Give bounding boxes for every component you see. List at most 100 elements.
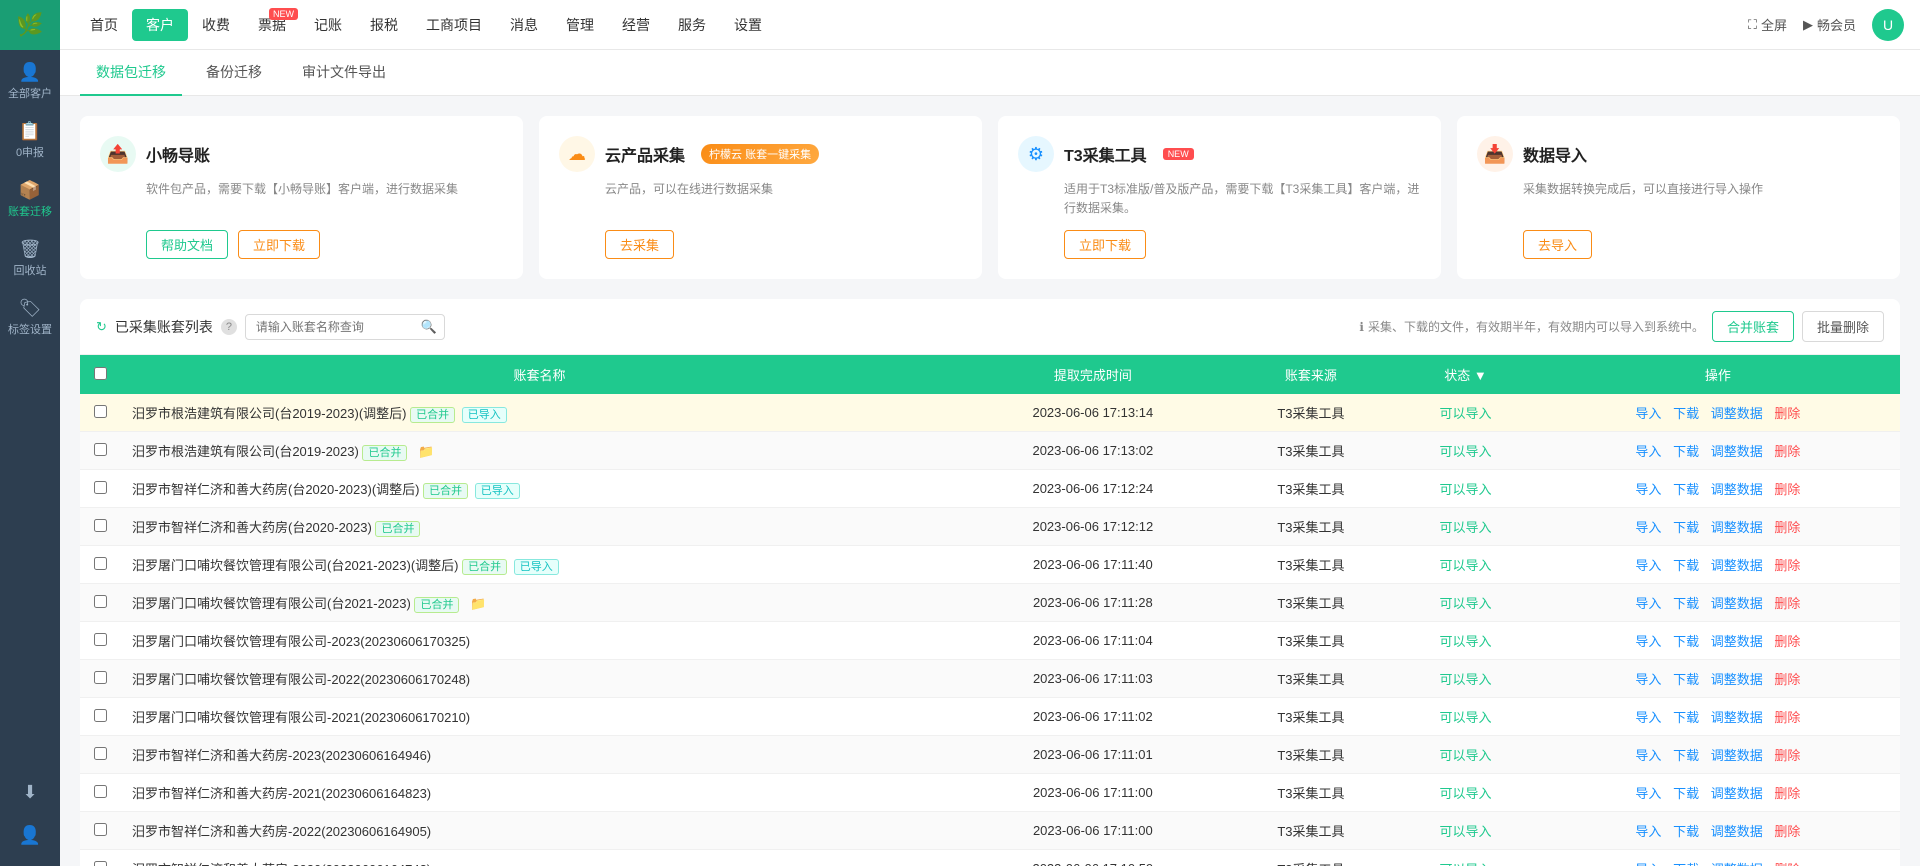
nav-tax[interactable]: 报税 [356,0,412,50]
row-checkbox[interactable] [94,557,107,570]
delete-link[interactable]: 删除 [1774,862,1800,866]
import-link[interactable]: 导入 [1635,634,1661,649]
delete-link[interactable]: 删除 [1774,748,1800,763]
download-link[interactable]: 下载 [1673,672,1699,687]
download-link[interactable]: 下载 [1673,558,1699,573]
delete-link[interactable]: 删除 [1774,406,1800,421]
adjust-data-link[interactable]: 调整数据 [1711,558,1763,573]
tab-backup-migration[interactable]: 备份迁移 [190,50,278,96]
delete-link[interactable]: 删除 [1774,596,1800,611]
download-link[interactable]: 下载 [1673,634,1699,649]
delete-link[interactable]: 删除 [1774,520,1800,535]
adjust-data-link[interactable]: 调整数据 [1711,406,1763,421]
adjust-data-link[interactable]: 调整数据 [1711,824,1763,839]
download-link[interactable]: 下载 [1673,406,1699,421]
nav-accounting[interactable]: 记账 [300,0,356,50]
download-link[interactable]: 下载 [1673,482,1699,497]
go-import-button[interactable]: 去导入 [1523,230,1592,259]
adjust-data-link[interactable]: 调整数据 [1711,444,1763,459]
nav-billing[interactable]: 收费 [188,0,244,50]
row-checkbox[interactable] [94,823,107,836]
adjust-data-link[interactable]: 调整数据 [1711,786,1763,801]
nav-client[interactable]: 客户 [132,9,188,41]
fullscreen-btn[interactable]: ⛶ 全屏 [1748,15,1787,34]
import-link[interactable]: 导入 [1635,824,1661,839]
row-checkbox[interactable] [94,443,107,456]
nav-home[interactable]: 首页 [76,0,132,50]
nav-invoice[interactable]: 票据 new [244,0,300,50]
nav-biz[interactable]: 工商项目 [412,0,496,50]
adjust-data-link[interactable]: 调整数据 [1711,672,1763,687]
adjust-data-link[interactable]: 调整数据 [1711,710,1763,725]
import-link[interactable]: 导入 [1635,596,1661,611]
bulk-delete-button[interactable]: 批量删除 [1802,311,1884,342]
download-link[interactable]: 下载 [1673,596,1699,611]
download-link[interactable]: 下载 [1673,444,1699,459]
row-checkbox[interactable] [94,405,107,418]
tab-data-migration[interactable]: 数据包迁移 [80,50,182,96]
adjust-data-link[interactable]: 调整数据 [1711,520,1763,535]
select-all-checkbox[interactable] [94,367,107,380]
delete-link[interactable]: 删除 [1774,444,1800,459]
sidebar-item-all-clients[interactable]: 👤 全部客户 [0,54,60,109]
nav-message[interactable]: 消息 [496,0,552,50]
import-link[interactable]: 导入 [1635,444,1661,459]
import-link[interactable]: 导入 [1635,748,1661,763]
sidebar-item-zero-report[interactable]: 📋 0申报 [0,113,60,168]
delete-link[interactable]: 删除 [1774,558,1800,573]
vip-btn[interactable]: ▶ 畅会员 [1803,15,1856,34]
download-link[interactable]: 下载 [1673,786,1699,801]
download-link[interactable]: 下载 [1673,710,1699,725]
nav-operation[interactable]: 经营 [608,0,664,50]
import-link[interactable]: 导入 [1635,862,1661,866]
col-status[interactable]: 状态 ▼ [1395,355,1536,394]
row-checkbox[interactable] [94,861,107,866]
adjust-data-link[interactable]: 调整数据 [1711,596,1763,611]
help-icon[interactable]: ? [221,319,237,335]
adjust-data-link[interactable]: 调整数据 [1711,634,1763,649]
sidebar-item-user[interactable]: 👤 [0,817,60,856]
merge-button[interactable]: 合并账套 [1712,311,1794,342]
delete-link[interactable]: 删除 [1774,672,1800,687]
import-link[interactable]: 导入 [1635,482,1661,497]
download-link[interactable]: 下载 [1673,520,1699,535]
import-link[interactable]: 导入 [1635,520,1661,535]
refresh-icon[interactable]: ↻ [96,319,107,335]
import-link[interactable]: 导入 [1635,672,1661,687]
row-checkbox[interactable] [94,519,107,532]
delete-link[interactable]: 删除 [1774,634,1800,649]
row-checkbox[interactable] [94,785,107,798]
delete-link[interactable]: 删除 [1774,482,1800,497]
sidebar-item-account-migration[interactable]: 📦 账套迁移 [0,172,60,227]
row-checkbox[interactable] [94,709,107,722]
adjust-data-link[interactable]: 调整数据 [1711,748,1763,763]
import-link[interactable]: 导入 [1635,406,1661,421]
nav-management[interactable]: 管理 [552,0,608,50]
tab-audit-export[interactable]: 审计文件导出 [286,50,402,96]
row-checkbox[interactable] [94,595,107,608]
import-link[interactable]: 导入 [1635,710,1661,725]
row-checkbox[interactable] [94,481,107,494]
nav-settings[interactable]: 设置 [720,0,776,50]
help-doc-button[interactable]: 帮助文档 [146,230,228,259]
sidebar-item-recycle-bin[interactable]: 🗑 回收站 [0,231,60,286]
xiaochang-download-button[interactable]: 立即下载 [238,230,320,259]
sidebar-item-download[interactable]: ⬇ [0,774,60,813]
nav-service[interactable]: 服务 [664,0,720,50]
row-checkbox[interactable] [94,671,107,684]
delete-link[interactable]: 删除 [1774,786,1800,801]
sidebar-item-label-settings[interactable]: 🏷 标签设置 [0,290,60,345]
adjust-data-link[interactable]: 调整数据 [1711,482,1763,497]
delete-link[interactable]: 删除 [1774,710,1800,725]
search-input[interactable] [245,314,445,340]
import-link[interactable]: 导入 [1635,786,1661,801]
delete-link[interactable]: 删除 [1774,824,1800,839]
t3-download-button[interactable]: 立即下载 [1064,230,1146,259]
download-link[interactable]: 下载 [1673,824,1699,839]
row-checkbox[interactable] [94,747,107,760]
download-link[interactable]: 下载 [1673,862,1699,866]
avatar[interactable]: U [1872,9,1904,41]
row-checkbox[interactable] [94,633,107,646]
adjust-data-link[interactable]: 调整数据 [1711,862,1763,866]
download-link[interactable]: 下载 [1673,748,1699,763]
